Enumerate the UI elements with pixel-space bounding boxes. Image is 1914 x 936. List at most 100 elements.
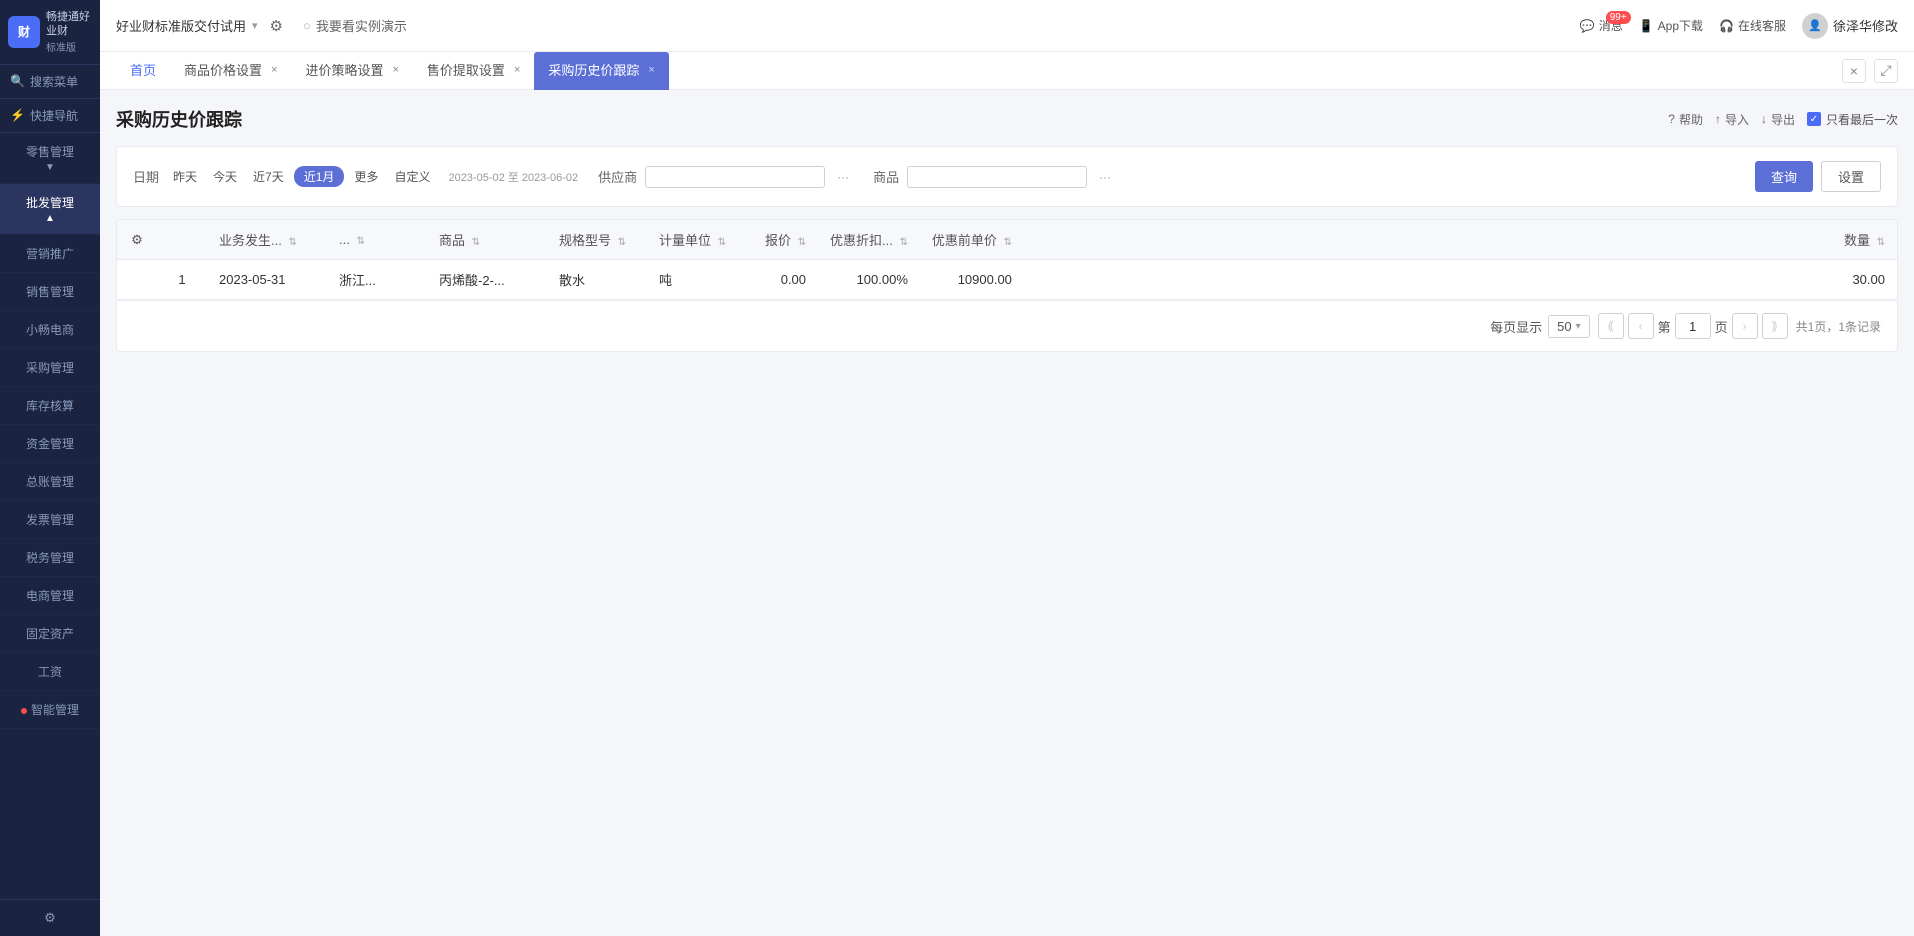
product-more-btn[interactable]: ···	[1095, 170, 1115, 184]
page-nav: ⟪ ‹ 第 页 › ⟫	[1598, 313, 1788, 339]
tab-home[interactable]: 首页	[116, 52, 170, 90]
supplier-input[interactable]	[654, 170, 816, 184]
sidebar-item-label: 小畅电商	[26, 321, 74, 338]
col-qty[interactable]: 数量 ⇅	[1024, 220, 1897, 260]
message-btn[interactable]: 💬 消息 99+	[1580, 17, 1623, 34]
sidebar-item-finance[interactable]: 资金管理	[0, 425, 100, 463]
date-opt-last1m[interactable]: 近1月	[294, 166, 345, 187]
tabbar-controls: × ⤢	[1842, 59, 1898, 83]
col-discount[interactable]: 优惠折扣... ⇅	[818, 220, 920, 260]
col-product[interactable]: 商品 ⇅	[427, 220, 547, 260]
col-more-header[interactable]: ... ⇅	[327, 220, 427, 260]
tab-strategy[interactable]: 进价策略设置 ×	[291, 52, 412, 90]
product-input-wrap[interactable]	[907, 166, 1087, 188]
sidebar-quicknav[interactable]: ⚡ 快捷导航	[0, 99, 100, 133]
sort-icon-7: ⇅	[900, 237, 908, 248]
date-opt-custom[interactable]: 自定义	[388, 166, 436, 187]
tab-strategy-close[interactable]: ×	[392, 64, 398, 76]
date-opt-more[interactable]: 更多	[348, 166, 384, 187]
help-btn[interactable]: ? 帮助	[1668, 111, 1703, 128]
filter-settings-btn[interactable]: 设置	[1821, 161, 1881, 192]
row-date: 2023-05-31	[207, 260, 327, 300]
data-table: ⚙ 业务发生... ⇅ ... ⇅ 商品 ⇅	[117, 220, 1897, 300]
sidebar-item-ledger[interactable]: 总账管理	[0, 463, 100, 501]
sidebar-item-purchase[interactable]: 采购管理	[0, 349, 100, 387]
online-service-btn[interactable]: 🎧 在线客服	[1719, 17, 1786, 34]
row-settings[interactable]	[117, 260, 157, 300]
tab-expand-btn[interactable]: ⤢	[1874, 59, 1898, 83]
tab-sale-price-close[interactable]: ×	[514, 64, 520, 76]
quicknav-icon: ⚡	[10, 108, 25, 122]
next-page-btn[interactable]: ›	[1732, 313, 1758, 339]
sidebar-item-label: 智能管理	[21, 701, 79, 718]
topbar-settings-icon[interactable]: ⚙	[270, 17, 283, 35]
sidebar-item-label: 发票管理	[26, 511, 74, 528]
per-page-dropdown[interactable]: 50 ▾	[1548, 315, 1590, 338]
app-download-btn[interactable]: 📱 App下载	[1639, 17, 1703, 34]
date-filter-group: 日期 昨天 今天 近7天 近1月 更多 自定义 2023-05-02 至 202…	[133, 166, 578, 187]
tab-home-label: 首页	[130, 60, 156, 79]
topbar: 好业财标准版交付试用 ▾ ⚙ ○ 我要看实例演示 💬 消息 99+ 📱 App下…	[100, 0, 1914, 52]
sort-icon-6: ⇅	[798, 237, 806, 248]
download-icon: 📱	[1639, 19, 1654, 33]
sort-icon-9: ⇅	[1877, 237, 1885, 248]
col-date[interactable]: 业务发生... ⇅	[207, 220, 327, 260]
tab-price-close[interactable]: ×	[271, 64, 277, 76]
tab-price[interactable]: 商品价格设置 ×	[170, 52, 291, 90]
date-opt-yesterday[interactable]: 昨天	[167, 166, 203, 187]
sidebar-item-label: 工资	[38, 663, 62, 680]
tab-purchase-history[interactable]: 采购历史价跟踪 ×	[534, 52, 668, 90]
message-badge: 99+	[1606, 11, 1631, 24]
edition-selector[interactable]: 好业财标准版交付试用 ▾	[116, 16, 258, 35]
row-spec: 散水	[547, 260, 647, 300]
tab-sale-price[interactable]: 售价提取设置 ×	[413, 52, 534, 90]
logo-sub: 标准版	[46, 39, 92, 54]
sidebar-item-fixed-asset[interactable]: 固定资产	[0, 615, 100, 653]
tab-close-all-btn[interactable]: ×	[1842, 59, 1866, 83]
tab-strategy-label: 进价策略设置	[305, 60, 383, 79]
supplier-input-wrap[interactable]	[645, 166, 825, 188]
user-menu[interactable]: 👤 徐泽华修改	[1802, 13, 1898, 39]
row-preprice: 10900.00	[920, 260, 1024, 300]
col-unit[interactable]: 计量单位 ⇅	[647, 220, 738, 260]
sidebar-item-wholesale[interactable]: 批发管理 ▲	[0, 184, 100, 235]
import-btn[interactable]: ↑ 导入	[1715, 111, 1749, 128]
sidebar-item-ecommerce-small[interactable]: 小畅电商	[0, 311, 100, 349]
col-more-label: ...	[339, 232, 350, 247]
col-preprice[interactable]: 优惠前单价 ⇅	[920, 220, 1024, 260]
prev-page-btn[interactable]: ‹	[1628, 313, 1654, 339]
sidebar-item-smart[interactable]: 智能管理	[0, 691, 100, 729]
sidebar-item-payroll[interactable]: 工资	[0, 653, 100, 691]
sort-icon-8: ⇅	[1004, 237, 1012, 248]
product-input[interactable]	[916, 170, 1078, 184]
date-opt-today[interactable]: 今天	[207, 166, 243, 187]
demo-btn[interactable]: ○ 我要看实例演示	[303, 16, 407, 35]
sidebar-item-marketing[interactable]: 营销推广	[0, 235, 100, 273]
col-spec[interactable]: 规格型号 ⇅	[547, 220, 647, 260]
sidebar-item-inventory[interactable]: 库存核算	[0, 387, 100, 425]
table-wrap: ⚙ 业务发生... ⇅ ... ⇅ 商品 ⇅	[116, 219, 1898, 301]
page-size-select: 每页显示 50 ▾	[1490, 315, 1590, 338]
export-btn[interactable]: ↓ 导出	[1761, 111, 1795, 128]
sidebar-item-retail[interactable]: 零售管理 ▼	[0, 133, 100, 184]
only-latest-checkbox[interactable]: ✓ 只看最后一次	[1807, 111, 1898, 128]
sidebar-item-sales[interactable]: 销售管理	[0, 273, 100, 311]
chevron-up-icon: ▲	[45, 213, 55, 224]
sidebar-search[interactable]: 🔍 搜索菜单	[0, 65, 100, 99]
date-opt-last7[interactable]: 近7天	[247, 166, 290, 187]
page-input[interactable]	[1675, 313, 1711, 339]
first-page-btn[interactable]: ⟪	[1598, 313, 1624, 339]
sidebar-item-invoice[interactable]: 发票管理	[0, 501, 100, 539]
supplier-more-btn[interactable]: ···	[833, 170, 853, 184]
col-price[interactable]: 报价 ⇅	[738, 220, 818, 260]
last-page-btn[interactable]: ⟫	[1762, 313, 1788, 339]
query-btn[interactable]: 查询	[1755, 161, 1813, 192]
settings-icon: ⚙	[44, 910, 56, 926]
sidebar-item-ecommerce[interactable]: 电商管理	[0, 577, 100, 615]
sidebar-item-tax[interactable]: 税务管理	[0, 539, 100, 577]
app-download-label: App下载	[1658, 17, 1703, 34]
sidebar-settings-btn[interactable]: ⚙	[0, 899, 100, 936]
col-settings[interactable]: ⚙	[117, 220, 157, 260]
tab-price-label: 商品价格设置	[184, 60, 262, 79]
tab-purchase-history-close[interactable]: ×	[648, 64, 654, 76]
